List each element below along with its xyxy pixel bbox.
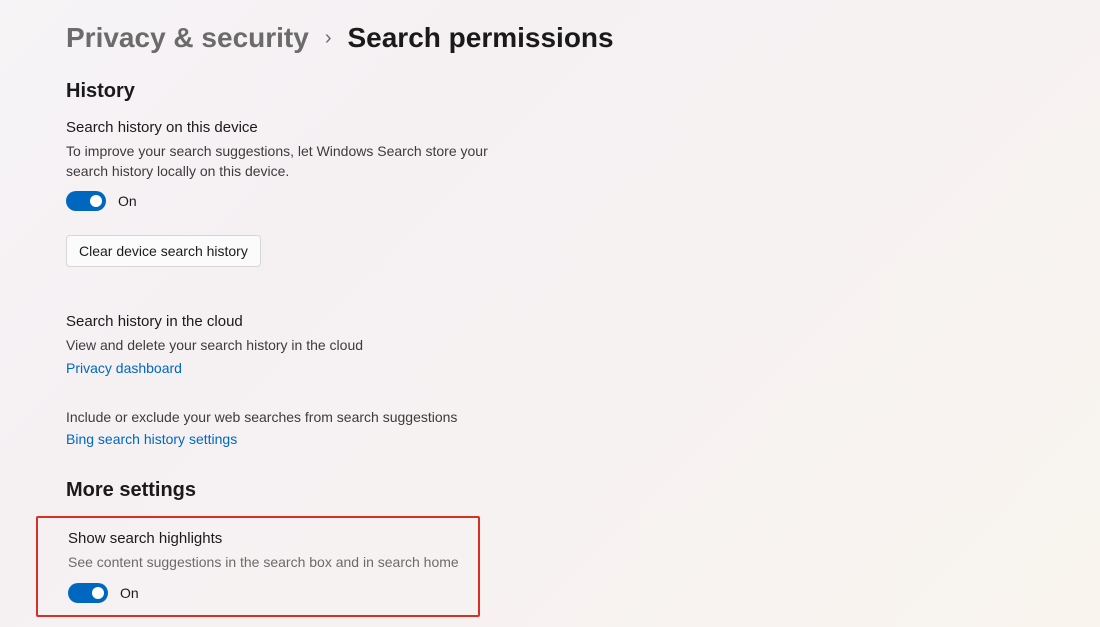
breadcrumb: Privacy & security › Search permissions [66,22,1000,54]
chevron-right-icon: › [325,27,332,50]
search-highlights-box: Show search highlights See content sugge… [36,516,480,617]
search-highlights-toggle-row: On [68,583,466,603]
cloud-history-block: Search history in the cloud View and del… [66,313,1000,394]
toggle-knob-icon [92,587,104,599]
device-history-toggle-row: On [66,191,1000,211]
cloud-history-title: Search history in the cloud [66,313,1000,330]
toggle-knob-icon [90,195,102,207]
bing-history-link[interactable]: Bing search history settings [66,431,237,447]
section-heading-history: History [66,80,1000,103]
clear-device-history-button[interactable]: Clear device search history [66,235,261,267]
search-highlights-desc: See content suggestions in the search bo… [68,553,466,573]
device-history-toggle-label: On [118,193,137,209]
search-highlights-toggle-label: On [120,585,139,601]
device-history-desc: To improve your search suggestions, let … [66,142,496,181]
device-history-toggle[interactable] [66,191,106,211]
breadcrumb-current: Search permissions [347,22,613,54]
breadcrumb-parent[interactable]: Privacy & security [66,22,309,54]
device-history-title: Search history on this device [66,119,1000,136]
privacy-dashboard-link[interactable]: Privacy dashboard [66,360,182,376]
device-history-block: Search history on this device To improve… [66,119,1000,299]
search-highlights-title: Show search highlights [68,530,466,547]
search-highlights-toggle[interactable] [68,583,108,603]
section-heading-more: More settings [66,479,1000,502]
cloud-history-desc: View and delete your search history in t… [66,336,496,356]
bing-history-block: Include or exclude your web searches fro… [66,408,1000,466]
settings-page: Privacy & security › Search permissions … [0,0,1000,617]
bing-history-desc: Include or exclude your web searches fro… [66,408,496,428]
